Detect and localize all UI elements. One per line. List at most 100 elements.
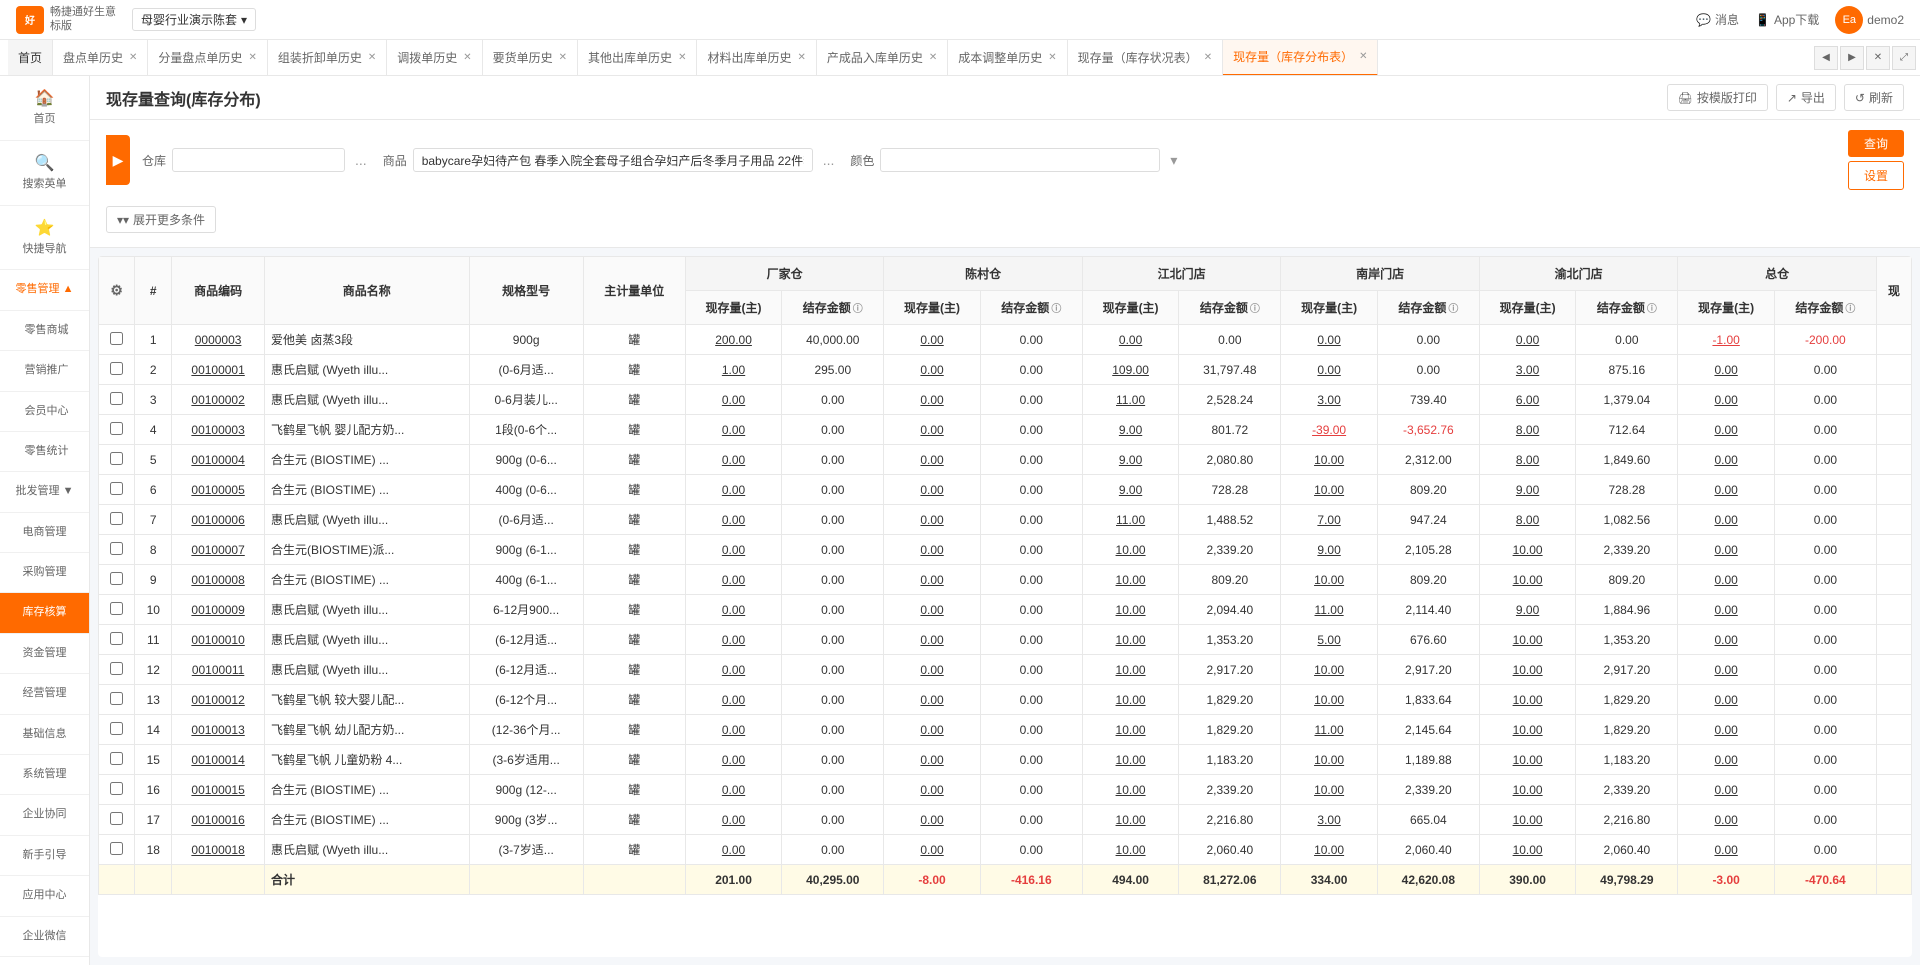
sidebar-item-marketing[interactable]: 营销推广 — [0, 351, 89, 391]
row-code[interactable]: 00100009 — [172, 595, 265, 625]
refresh-btn[interactable]: ↺ 刷新 — [1844, 84, 1904, 111]
row-total-stock[interactable]: 0.00 — [1678, 385, 1774, 415]
row-code[interactable]: 00100011 — [172, 655, 265, 685]
close-icon[interactable]: ✕ — [129, 52, 137, 63]
row-fw-stock[interactable]: 1.00 — [685, 355, 781, 385]
row-fw-stock[interactable]: 0.00 — [685, 685, 781, 715]
sidebar-item-member-pro[interactable]: 畅会员 — [0, 957, 89, 965]
nav-close-arrow[interactable]: ✕ — [1866, 46, 1890, 70]
row-jb-stock[interactable]: 9.00 — [1082, 415, 1178, 445]
row-code[interactable]: 00100013 — [172, 715, 265, 745]
row-fw-stock[interactable]: 0.00 — [685, 625, 781, 655]
close-icon[interactable]: ✕ — [929, 52, 937, 63]
sidebar-item-retail-stats[interactable]: 零售统计 — [0, 432, 89, 472]
tab-inventory-status[interactable]: 现存量（库存状况表） ✕ — [1068, 40, 1223, 76]
row-cw-stock[interactable]: 0.00 — [884, 535, 980, 565]
row-checkbox[interactable] — [99, 505, 135, 535]
sidebar-item-members[interactable]: 会员中心 — [0, 392, 89, 432]
row-cw-stock[interactable]: 0.00 — [884, 385, 980, 415]
tab-transfer-history[interactable]: 调拨单历史 ✕ — [387, 40, 482, 76]
row-jb-stock[interactable]: 10.00 — [1082, 775, 1178, 805]
row-jb-stock[interactable]: 10.00 — [1082, 565, 1178, 595]
row-cw-stock[interactable]: 0.00 — [884, 835, 980, 865]
row-yb-stock[interactable]: 9.00 — [1479, 475, 1575, 505]
row-fw-stock[interactable]: 0.00 — [685, 535, 781, 565]
row-total-stock[interactable]: 0.00 — [1678, 805, 1774, 835]
row-checkbox[interactable] — [99, 655, 135, 685]
row-total-stock[interactable]: 0.00 — [1678, 595, 1774, 625]
row-yb-stock[interactable]: 9.00 — [1479, 595, 1575, 625]
tab-home[interactable]: 首页 — [8, 40, 53, 76]
row-cw-stock[interactable]: 0.00 — [884, 475, 980, 505]
goods-dots[interactable]: ... — [819, 152, 839, 168]
close-icon[interactable]: ✕ — [463, 52, 471, 63]
row-total-stock[interactable]: 0.00 — [1678, 625, 1774, 655]
row-yb-stock[interactable]: 10.00 — [1479, 565, 1575, 595]
row-jb-stock[interactable]: 9.00 — [1082, 445, 1178, 475]
sidebar-item-ecommerce[interactable]: 电商管理 — [0, 513, 89, 553]
row-fw-stock[interactable]: 0.00 — [685, 655, 781, 685]
close-icon[interactable]: ✕ — [1048, 52, 1056, 63]
row-code[interactable]: 00100008 — [172, 565, 265, 595]
row-yb-stock[interactable]: 10.00 — [1479, 685, 1575, 715]
row-jb-stock[interactable]: 10.00 — [1082, 715, 1178, 745]
row-checkbox[interactable] — [99, 745, 135, 775]
sidebar-item-search[interactable]: 🔍 搜索英单 — [0, 141, 89, 206]
row-na-stock[interactable]: 7.00 — [1281, 505, 1377, 535]
close-icon[interactable]: ✕ — [559, 52, 567, 63]
row-checkbox[interactable] — [99, 715, 135, 745]
row-checkbox[interactable] — [99, 385, 135, 415]
row-checkbox[interactable] — [99, 565, 135, 595]
color-input[interactable] — [880, 148, 1160, 172]
user-area[interactable]: Ea demo2 — [1835, 6, 1904, 34]
row-code[interactable]: 00100014 — [172, 745, 265, 775]
row-fw-stock[interactable]: 0.00 — [685, 505, 781, 535]
row-na-stock[interactable]: 10.00 — [1281, 655, 1377, 685]
tab-product-inbound[interactable]: 产成品入库单历史 ✕ — [817, 40, 948, 76]
row-fw-stock[interactable]: 0.00 — [685, 565, 781, 595]
row-total-stock[interactable]: 0.00 — [1678, 655, 1774, 685]
row-code[interactable]: 00100015 — [172, 775, 265, 805]
row-total-stock[interactable]: 0.00 — [1678, 355, 1774, 385]
sidebar-item-quicknav[interactable]: ⭐ 快捷导航 — [0, 206, 89, 271]
row-total-stock[interactable]: 0.00 — [1678, 505, 1774, 535]
row-checkbox[interactable] — [99, 805, 135, 835]
row-yb-stock[interactable]: 8.00 — [1479, 505, 1575, 535]
row-code[interactable]: 00100004 — [172, 445, 265, 475]
row-yb-stock[interactable]: 10.00 — [1479, 775, 1575, 805]
row-total-stock[interactable]: 0.00 — [1678, 535, 1774, 565]
row-cw-stock[interactable]: 0.00 — [884, 325, 980, 355]
row-cw-stock[interactable]: 0.00 — [884, 355, 980, 385]
row-na-stock[interactable]: 10.00 — [1281, 745, 1377, 775]
row-cw-stock[interactable]: 0.00 — [884, 415, 980, 445]
row-jb-stock[interactable]: 11.00 — [1082, 505, 1178, 535]
gear-icon[interactable]: ⚙ — [110, 282, 123, 298]
row-jb-stock[interactable]: 0.00 — [1082, 325, 1178, 355]
goods-input[interactable] — [413, 148, 813, 172]
row-jb-stock[interactable]: 10.00 — [1082, 805, 1178, 835]
row-na-stock[interactable]: -39.00 — [1281, 415, 1377, 445]
row-cw-stock[interactable]: 0.00 — [884, 685, 980, 715]
row-fw-stock[interactable]: 0.00 — [685, 805, 781, 835]
row-jb-stock[interactable]: 109.00 — [1082, 355, 1178, 385]
row-code[interactable]: 00100005 — [172, 475, 265, 505]
row-cw-stock[interactable]: 0.00 — [884, 775, 980, 805]
close-icon[interactable]: ✕ — [797, 52, 805, 63]
row-na-stock[interactable]: 0.00 — [1281, 355, 1377, 385]
row-total-stock[interactable]: 0.00 — [1678, 565, 1774, 595]
row-yb-stock[interactable]: 3.00 — [1479, 355, 1575, 385]
row-fw-stock[interactable]: 200.00 — [685, 325, 781, 355]
sidebar-item-home[interactable]: 🏠 首页 — [0, 76, 89, 141]
row-fw-stock[interactable]: 0.00 — [685, 745, 781, 775]
row-yb-stock[interactable]: 0.00 — [1479, 325, 1575, 355]
row-code[interactable]: 00100006 — [172, 505, 265, 535]
row-code[interactable]: 00100003 — [172, 415, 265, 445]
filter-collapse-btn[interactable]: ▶ — [106, 135, 130, 185]
row-total-stock[interactable]: 0.00 — [1678, 835, 1774, 865]
row-fw-stock[interactable]: 0.00 — [685, 835, 781, 865]
row-na-stock[interactable]: 10.00 — [1281, 445, 1377, 475]
tab-assembly-history[interactable]: 组装折卸单历史 ✕ — [268, 40, 387, 76]
row-code[interactable]: 00100012 — [172, 685, 265, 715]
row-checkbox[interactable] — [99, 625, 135, 655]
sidebar-item-purchase[interactable]: 采购管理 — [0, 553, 89, 593]
